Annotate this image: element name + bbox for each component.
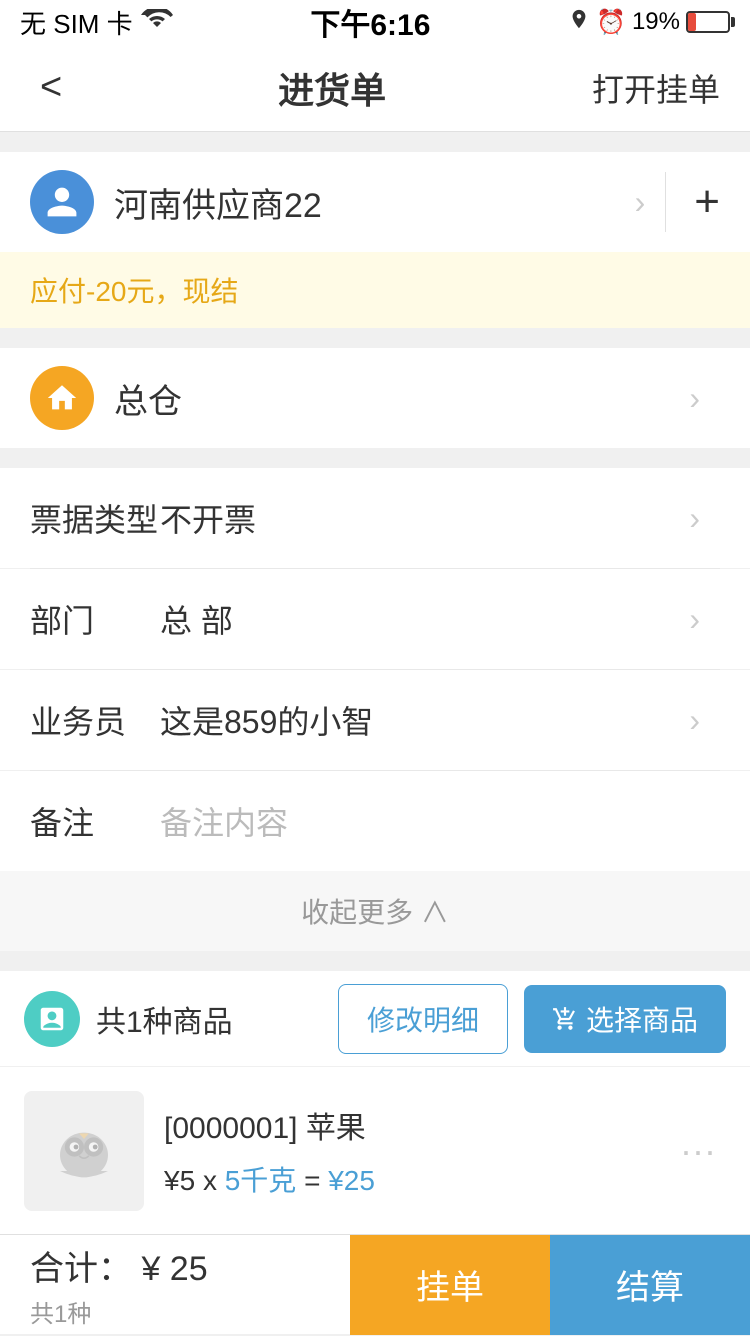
dept-arrow-icon: ›: [689, 601, 700, 638]
products-count-label: 共1种商品: [96, 997, 338, 1041]
product-thumbnail: [24, 1091, 144, 1211]
supplier-arrow-icon: ›: [635, 184, 646, 221]
invoice-value: 不开票: [160, 495, 689, 541]
hang-order-button[interactable]: 挂单: [350, 1235, 550, 1335]
back-button[interactable]: <: [30, 56, 72, 119]
bottom-summary: 合计： ¥ 25 共1种 挂单 结算: [0, 1234, 750, 1334]
summary-total: 合计： ¥ 25: [30, 1241, 320, 1290]
location-icon: [568, 8, 590, 37]
select-btn-label: 选择商品: [586, 999, 698, 1039]
warehouse-arrow-icon: ›: [689, 380, 700, 417]
total-amount: ¥ 25: [141, 1250, 207, 1288]
battery-percent: 19%: [632, 8, 680, 36]
open-hang-button[interactable]: 打开挂单: [592, 65, 720, 111]
dept-value: 总 部: [160, 596, 689, 642]
supplier-name: 河南供应商22: [114, 178, 635, 227]
collapse-label: 收起更多 ∧: [301, 891, 449, 931]
nav-bar: < 进货单 打开挂单: [0, 44, 750, 132]
product-item: [0000001] 苹果 ¥5 x 5千克 = ¥25 ···: [0, 1067, 750, 1236]
divider-notice: [0, 328, 750, 348]
battery-icon: [686, 11, 730, 33]
divider-top: [0, 132, 750, 152]
divider-warehouse: [0, 448, 750, 468]
add-supplier-button[interactable]: +: [665, 172, 720, 232]
invoice-row[interactable]: 票据类型 不开票 ›: [0, 468, 750, 568]
product-price: ¥5 x 5千克 = ¥25: [164, 1159, 670, 1199]
sales-arrow-icon: ›: [689, 702, 700, 739]
product-info: [0000001] 苹果 ¥5 x 5千克 = ¥25: [164, 1103, 670, 1199]
product-more-button[interactable]: ···: [670, 1120, 726, 1182]
summary-count: 共1种: [30, 1294, 320, 1329]
supplier-row[interactable]: 河南供应商22 › +: [0, 152, 750, 252]
notice-bar: 应付-20元，现结: [0, 252, 750, 328]
status-left: 无 SIM 卡: [20, 4, 173, 41]
sales-row[interactable]: 业务员 这是859的小智 ›: [0, 670, 750, 770]
status-bar: 无 SIM 卡 下午6:16 ⏰ 19%: [0, 0, 750, 44]
collapse-row[interactable]: 收起更多 ∧: [0, 871, 750, 951]
warehouse-name: 总仓: [114, 374, 689, 423]
product-qty: 5千克: [225, 1165, 297, 1196]
summary-info: 合计： ¥ 25 共1种: [0, 1241, 350, 1329]
battery-fill: [688, 13, 696, 31]
alarm-icon: ⏰: [596, 8, 626, 37]
invoice-arrow-icon: ›: [689, 500, 700, 537]
sales-value: 这是859的小智: [160, 697, 689, 743]
modify-detail-button[interactable]: 修改明细: [338, 984, 508, 1054]
dept-row[interactable]: 部门 总 部 ›: [0, 569, 750, 669]
sales-label: 业务员: [30, 697, 160, 743]
select-product-button[interactable]: 选择商品: [524, 985, 726, 1053]
invoice-label: 票据类型: [30, 495, 160, 541]
notes-row[interactable]: 备注 备注内容: [0, 771, 750, 871]
products-icon: [24, 991, 80, 1047]
carrier-text: 无 SIM 卡: [20, 4, 133, 41]
products-header: 共1种商品 修改明细 选择商品: [0, 971, 750, 1067]
wifi-icon: [141, 7, 173, 38]
status-time: 下午6:16: [310, 0, 430, 44]
checkout-button[interactable]: 结算: [550, 1235, 750, 1335]
page-title: 进货单: [278, 62, 386, 114]
products-section: 共1种商品 修改明细 选择商品 [0000001]: [0, 971, 750, 1236]
status-right: ⏰ 19%: [568, 8, 730, 37]
warehouse-icon: [30, 366, 94, 430]
notes-placeholder: 备注内容: [160, 798, 720, 844]
product-total: ¥25: [328, 1165, 375, 1196]
product-name: [0000001] 苹果: [164, 1103, 670, 1147]
warehouse-row[interactable]: 总仓 ›: [0, 348, 750, 448]
notes-label: 备注: [30, 798, 160, 844]
supplier-avatar: [30, 170, 94, 234]
dept-label: 部门: [30, 596, 160, 642]
